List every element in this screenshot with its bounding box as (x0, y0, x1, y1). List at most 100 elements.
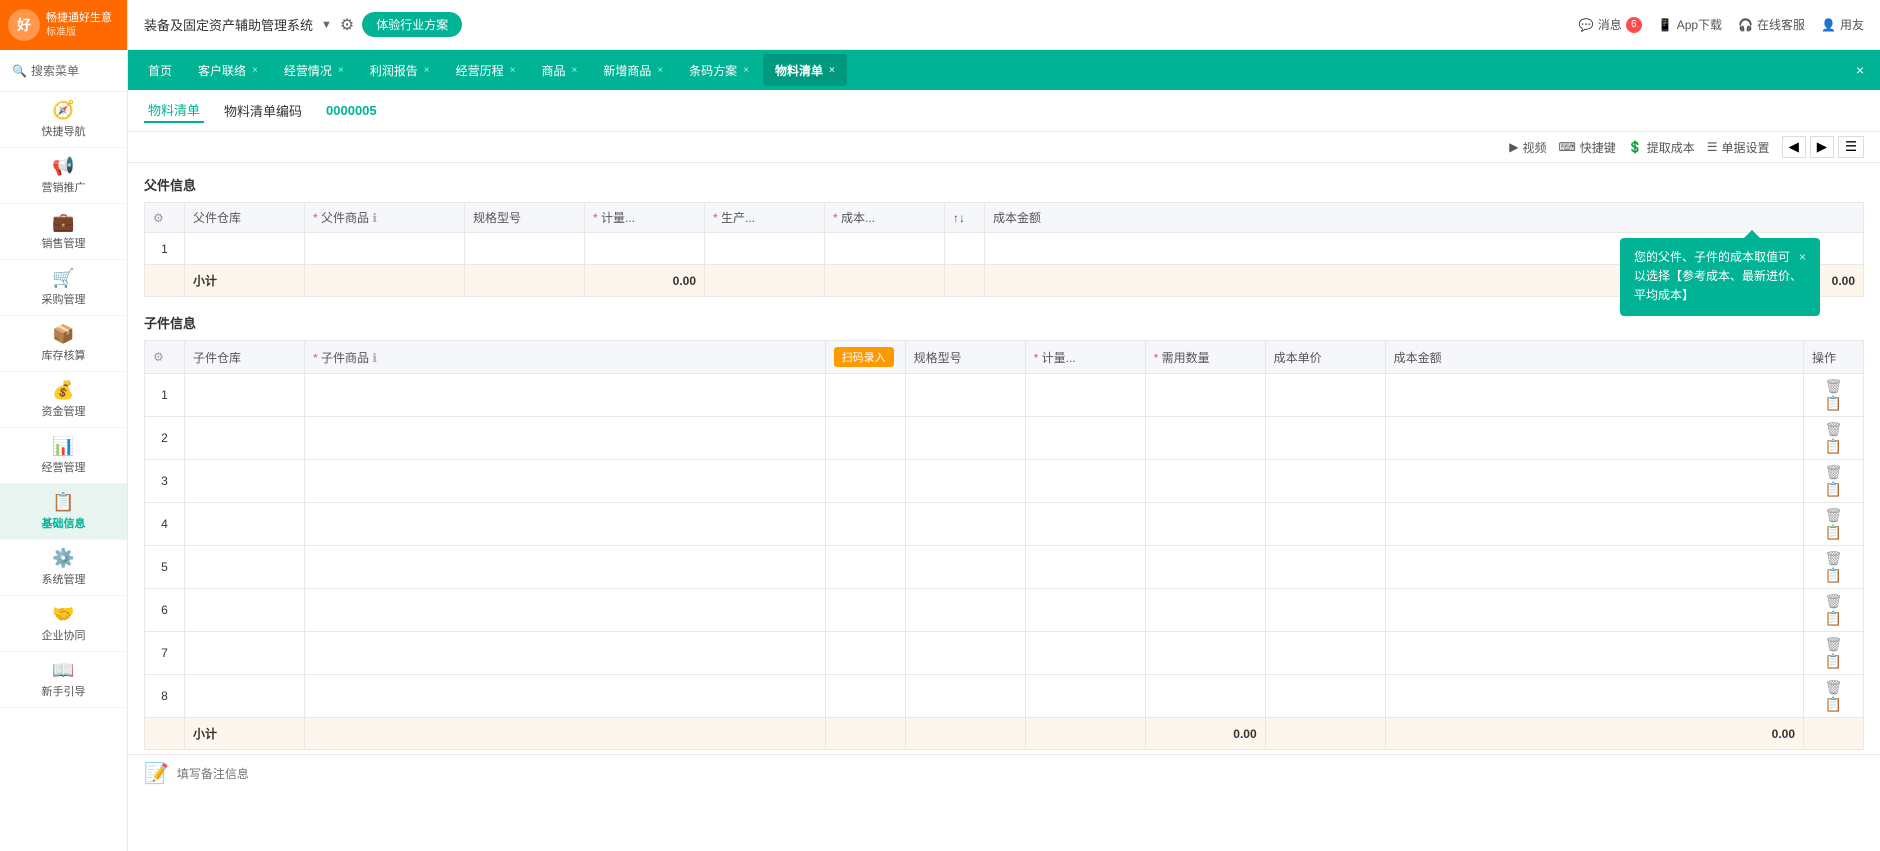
child-row-1-quantity[interactable] (1145, 374, 1265, 417)
sidebar-item-purchase[interactable]: 🛒 采购管理 (0, 260, 127, 316)
child-row-6-unit[interactable] (1025, 589, 1145, 632)
trial-button[interactable]: 体验行业方案 (362, 12, 462, 37)
tab-customer[interactable]: 客户联络 × (186, 54, 270, 86)
child-row-7-spec[interactable] (905, 632, 1025, 675)
child-row-7-goods[interactable] (305, 632, 826, 675)
app-download-button[interactable]: 📱 App下载 (1658, 16, 1722, 33)
tab-bom[interactable]: 物料清单 × (763, 54, 847, 86)
child-row-6-delete-btn[interactable]: 🗑 (1825, 593, 1843, 609)
toolbar-view[interactable]: ▶ 视频 (1509, 139, 1546, 156)
sidebar-item-inventory[interactable]: 📦 库存核算 (0, 316, 127, 372)
child-row-6-copy-btn[interactable]: 📋 (1825, 610, 1842, 626)
child-row-7-copy-btn[interactable]: 📋 (1825, 653, 1842, 669)
child-row-3-unit[interactable] (1025, 460, 1145, 503)
toolbar-shortcut[interactable]: ⌨ 快捷键 (1558, 139, 1615, 156)
sidebar-item-basic[interactable]: 📋 基础信息 (0, 484, 127, 540)
sidebar-item-system[interactable]: ⚙️ 系统管理 (0, 540, 127, 596)
parent-row-1-spec[interactable] (465, 233, 585, 265)
child-row-1-copy-btn[interactable]: 📋 (1825, 395, 1842, 411)
child-row-5-unit[interactable] (1025, 546, 1145, 589)
child-row-3-delete-btn[interactable]: 🗑 (1825, 464, 1843, 480)
child-row-2-delete-btn[interactable]: 🗑 (1825, 421, 1843, 437)
tab-goods[interactable]: 商品 × (529, 54, 589, 86)
child-row-4-warehouse[interactable] (185, 503, 305, 546)
toolbar-cost[interactable]: 💲 提取成本 (1628, 139, 1695, 156)
settings-icon[interactable]: ⚙ (340, 15, 354, 35)
child-row-5-spec[interactable] (905, 546, 1025, 589)
child-row-6-unit-cost[interactable] (1265, 589, 1385, 632)
message-button[interactable]: 💬 消息 6 (1579, 16, 1642, 33)
online-service-button[interactable]: 🎧 在线客服 (1738, 16, 1805, 33)
child-row-8-unit[interactable] (1025, 675, 1145, 718)
child-row-8-quantity[interactable] (1145, 675, 1265, 718)
child-row-3-quantity[interactable] (1145, 460, 1265, 503)
child-row-4-spec[interactable] (905, 503, 1025, 546)
tab-close-new-goods[interactable]: × (657, 65, 663, 76)
child-row-8-goods[interactable] (305, 675, 826, 718)
tab-close-barcode[interactable]: × (743, 65, 749, 76)
child-row-4-goods[interactable] (305, 503, 826, 546)
child-row-4-copy-btn[interactable]: 📋 (1825, 524, 1842, 540)
child-row-2-unit[interactable] (1025, 417, 1145, 460)
subnav-bom-list[interactable]: 物料清单 (144, 98, 204, 123)
child-row-8-delete-btn[interactable]: 🗑 (1825, 679, 1843, 695)
tab-home[interactable]: 首页 (136, 54, 184, 86)
parent-row-1-goods[interactable] (305, 233, 465, 265)
child-row-7-warehouse[interactable] (185, 632, 305, 675)
child-row-4-unit[interactable] (1025, 503, 1145, 546)
child-row-1-delete-btn[interactable]: 🗑 (1825, 378, 1843, 394)
child-row-4-quantity[interactable] (1145, 503, 1265, 546)
tab-operation-status[interactable]: 经营情况 × (272, 54, 356, 86)
child-row-2-warehouse[interactable] (185, 417, 305, 460)
sidebar-search[interactable]: 🔍 搜索菜单 (0, 50, 127, 92)
child-row-3-copy-btn[interactable]: 📋 (1825, 481, 1842, 497)
tooltip-close-button[interactable]: × (1799, 248, 1806, 267)
child-row-6-spec[interactable] (905, 589, 1025, 632)
tab-profit-report[interactable]: 利润报告 × (358, 54, 442, 86)
user-menu[interactable]: 👤 用友 (1821, 16, 1864, 33)
child-row-1-unit-cost[interactable] (1265, 374, 1385, 417)
child-row-3-warehouse[interactable] (185, 460, 305, 503)
tab-close-profit[interactable]: × (424, 65, 430, 76)
tab-close-goods[interactable]: × (571, 65, 577, 76)
parent-row-1-warehouse[interactable] (185, 233, 305, 265)
child-row-1-warehouse[interactable] (185, 374, 305, 417)
tab-barcode[interactable]: 条码方案 × (677, 54, 761, 86)
scan-button[interactable]: 扫码录入 (834, 347, 894, 367)
system-dropdown[interactable]: ▼ (321, 19, 332, 31)
child-row-2-goods[interactable] (305, 417, 826, 460)
tabs-close-all[interactable]: × (1848, 62, 1872, 78)
sidebar-item-operation[interactable]: 📊 经营管理 (0, 428, 127, 484)
child-row-7-quantity[interactable] (1145, 632, 1265, 675)
sidebar-item-finance[interactable]: 💰 资金管理 (0, 372, 127, 428)
child-row-1-unit[interactable] (1025, 374, 1145, 417)
parent-row-1-production[interactable] (705, 233, 825, 265)
child-row-7-delete-btn[interactable]: 🗑 (1825, 636, 1843, 652)
sidebar-item-guide[interactable]: 📖 新手引导 (0, 652, 127, 708)
child-row-3-goods[interactable] (305, 460, 826, 503)
tab-operation-process[interactable]: 经营历程 × (444, 54, 528, 86)
prev-button[interactable]: ◀ (1782, 136, 1806, 158)
child-row-8-copy-btn[interactable]: 📋 (1825, 696, 1842, 712)
parent-row-1-unit[interactable] (585, 233, 705, 265)
search-menu-button[interactable]: 🔍 搜索菜单 (8, 58, 119, 83)
child-row-5-unit-cost[interactable] (1265, 546, 1385, 589)
child-row-7-unit-cost[interactable] (1265, 632, 1385, 675)
child-row-8-spec[interactable] (905, 675, 1025, 718)
sidebar-item-marketing[interactable]: 📢 营销推广 (0, 148, 127, 204)
tab-close-customer[interactable]: × (252, 65, 258, 76)
menu-button[interactable]: ☰ (1838, 136, 1864, 158)
child-row-1-goods[interactable] (305, 374, 826, 417)
child-row-2-unit-cost[interactable] (1265, 417, 1385, 460)
tab-new-goods[interactable]: 新增商品 × (591, 54, 675, 86)
tab-close-operation-status[interactable]: × (338, 65, 344, 76)
child-row-2-copy-btn[interactable]: 📋 (1825, 438, 1842, 454)
child-row-5-warehouse[interactable] (185, 546, 305, 589)
child-row-5-copy-btn[interactable]: 📋 (1825, 567, 1842, 583)
tab-close-process[interactable]: × (510, 65, 516, 76)
child-row-2-quantity[interactable] (1145, 417, 1265, 460)
child-row-3-spec[interactable] (905, 460, 1025, 503)
next-button[interactable]: ▶ (1810, 136, 1834, 158)
child-row-5-delete-btn[interactable]: 🗑 (1825, 550, 1843, 566)
remark-input[interactable] (177, 767, 1864, 781)
